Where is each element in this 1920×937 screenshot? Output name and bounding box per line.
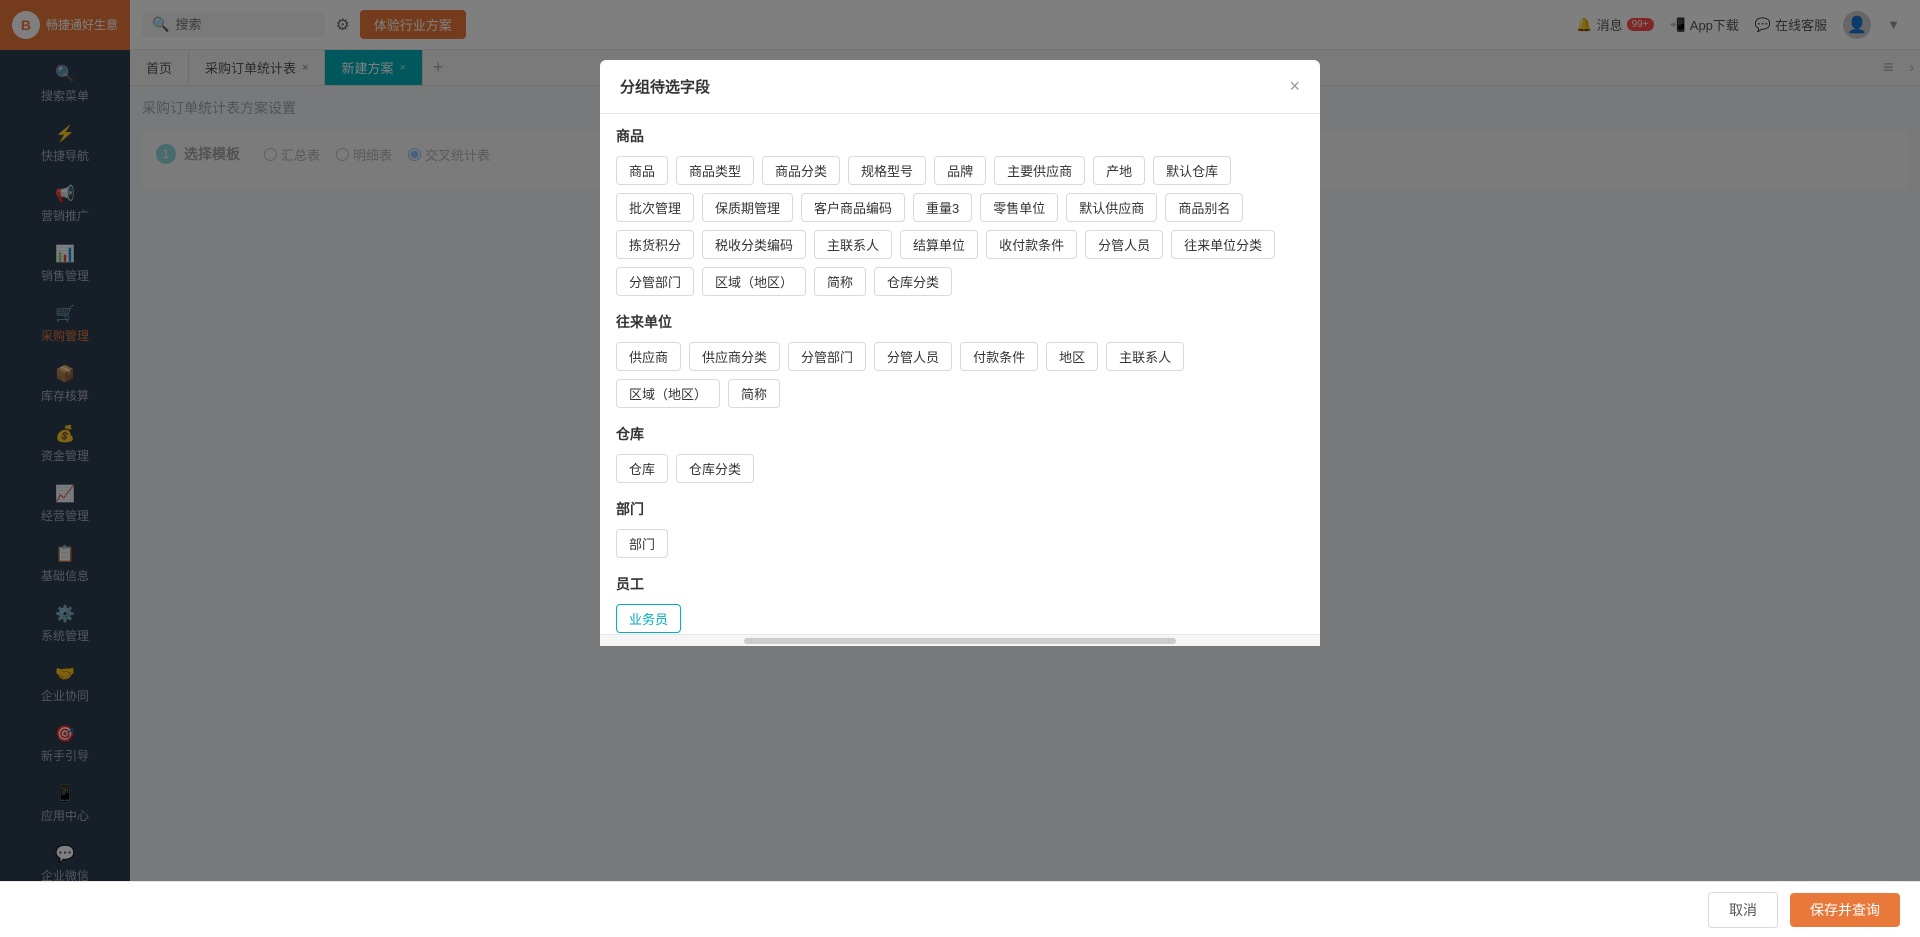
field-tag-main-supplier[interactable]: 主要供应商 — [994, 156, 1085, 185]
field-tag-area[interactable]: 地区 — [1046, 342, 1098, 371]
dialog-close-button[interactable]: × — [1289, 76, 1300, 97]
field-tag-partner-contact[interactable]: 主联系人 — [1106, 342, 1184, 371]
field-tag-partner-abbr[interactable]: 简称 — [728, 379, 780, 408]
dialog-header: 分组待选字段 × — [600, 60, 1320, 114]
field-tags-department: 部门 — [616, 529, 1296, 558]
field-tag-default-warehouse[interactable]: 默认仓库 — [1153, 156, 1231, 185]
field-tags-warehouse: 仓库 仓库分类 — [616, 454, 1296, 483]
field-tag-warehouse[interactable]: 仓库 — [616, 454, 668, 483]
field-tags-goods: 商品 商品类型 商品分类 规格型号 品牌 主要供应商 产地 默认仓库 批次管理 … — [616, 156, 1296, 296]
field-tag-default-supplier[interactable]: 默认供应商 — [1066, 193, 1157, 222]
field-tag-supervisor[interactable]: 分管人员 — [1085, 230, 1163, 259]
field-tag-payment-cond[interactable]: 付款条件 — [960, 342, 1038, 371]
field-tag-origin[interactable]: 产地 — [1093, 156, 1145, 185]
field-tag-pick-points[interactable]: 拣货积分 — [616, 230, 694, 259]
field-tag-partner-person[interactable]: 分管人员 — [874, 342, 952, 371]
field-tag-goods-category[interactable]: 商品分类 — [762, 156, 840, 185]
dialog-horizontal-scrollbar[interactable] — [600, 634, 1320, 646]
field-tag-spec-model[interactable]: 规格型号 — [848, 156, 926, 185]
field-group-goods-title: 商品 — [616, 126, 1296, 146]
dialog-body: 商品 商品 商品类型 商品分类 规格型号 品牌 主要供应商 产地 默认仓库 批次… — [600, 114, 1320, 634]
field-group-department: 部门 部门 — [616, 499, 1296, 558]
field-group-warehouse-title: 仓库 — [616, 424, 1296, 444]
dialog-hscroll-thumb — [744, 638, 1176, 644]
field-tag-expiry-mgmt[interactable]: 保质期管理 — [702, 193, 793, 222]
field-tag-warehouse-cat[interactable]: 仓库分类 — [874, 267, 952, 296]
field-tag-dept[interactable]: 分管部门 — [616, 267, 694, 296]
field-tag-region[interactable]: 区域（地区） — [702, 267, 806, 296]
field-tag-abbr[interactable]: 简称 — [814, 267, 866, 296]
cancel-button[interactable]: 取消 — [1708, 892, 1778, 928]
field-tag-department[interactable]: 部门 — [616, 529, 668, 558]
field-group-warehouse: 仓库 仓库 仓库分类 — [616, 424, 1296, 483]
field-tag-partner-region[interactable]: 区域（地区） — [616, 379, 720, 408]
field-tag-payment-terms[interactable]: 收付款条件 — [986, 230, 1077, 259]
field-tag-goods[interactable]: 商品 — [616, 156, 668, 185]
field-tag-retail-unit[interactable]: 零售单位 — [980, 193, 1058, 222]
field-tag-supplier-cat[interactable]: 供应商分类 — [689, 342, 780, 371]
field-tag-goods-alias[interactable]: 商品别名 — [1165, 193, 1243, 222]
field-tag-weight[interactable]: 重量3 — [913, 193, 972, 222]
field-tag-salesperson[interactable]: 业务员 — [616, 604, 681, 633]
field-tag-settlement-unit[interactable]: 结算单位 — [900, 230, 978, 259]
field-group-department-title: 部门 — [616, 499, 1296, 519]
dialog-overlay: 分组待选字段 × 商品 商品 商品类型 商品分类 规格型号 品牌 主要供应商 产… — [0, 0, 1920, 937]
field-tag-partner-category[interactable]: 往来单位分类 — [1171, 230, 1275, 259]
field-picker-dialog: 分组待选字段 × 商品 商品 商品类型 商品分类 规格型号 品牌 主要供应商 产… — [600, 60, 1320, 646]
field-tag-brand[interactable]: 品牌 — [934, 156, 986, 185]
field-tags-employee: 业务员 — [616, 604, 1296, 633]
field-group-employee-title: 员工 — [616, 574, 1296, 594]
field-tag-goods-type[interactable]: 商品类型 — [676, 156, 754, 185]
field-tag-warehouse-category[interactable]: 仓库分类 — [676, 454, 754, 483]
field-tag-customer-code[interactable]: 客户商品编码 — [801, 193, 905, 222]
dialog-title: 分组待选字段 — [620, 76, 710, 97]
field-tags-partner: 供应商 供应商分类 分管部门 分管人员 付款条件 地区 主联系人 区域（地区） … — [616, 342, 1296, 408]
field-tag-partner-dept[interactable]: 分管部门 — [788, 342, 866, 371]
field-tag-tax-code[interactable]: 税收分类编码 — [702, 230, 806, 259]
field-tag-supplier[interactable]: 供应商 — [616, 342, 681, 371]
field-group-employee: 员工 业务员 — [616, 574, 1296, 633]
field-group-goods: 商品 商品 商品类型 商品分类 规格型号 品牌 主要供应商 产地 默认仓库 批次… — [616, 126, 1296, 296]
save-query-button[interactable]: 保存并查询 — [1790, 893, 1900, 927]
field-tag-main-contact[interactable]: 主联系人 — [814, 230, 892, 259]
field-tag-batch-mgmt[interactable]: 批次管理 — [616, 193, 694, 222]
bottom-action-bar: 取消 保存并查询 — [0, 881, 1920, 937]
field-group-partner: 往来单位 供应商 供应商分类 分管部门 分管人员 付款条件 地区 主联系人 区域… — [616, 312, 1296, 408]
field-group-partner-title: 往来单位 — [616, 312, 1296, 332]
